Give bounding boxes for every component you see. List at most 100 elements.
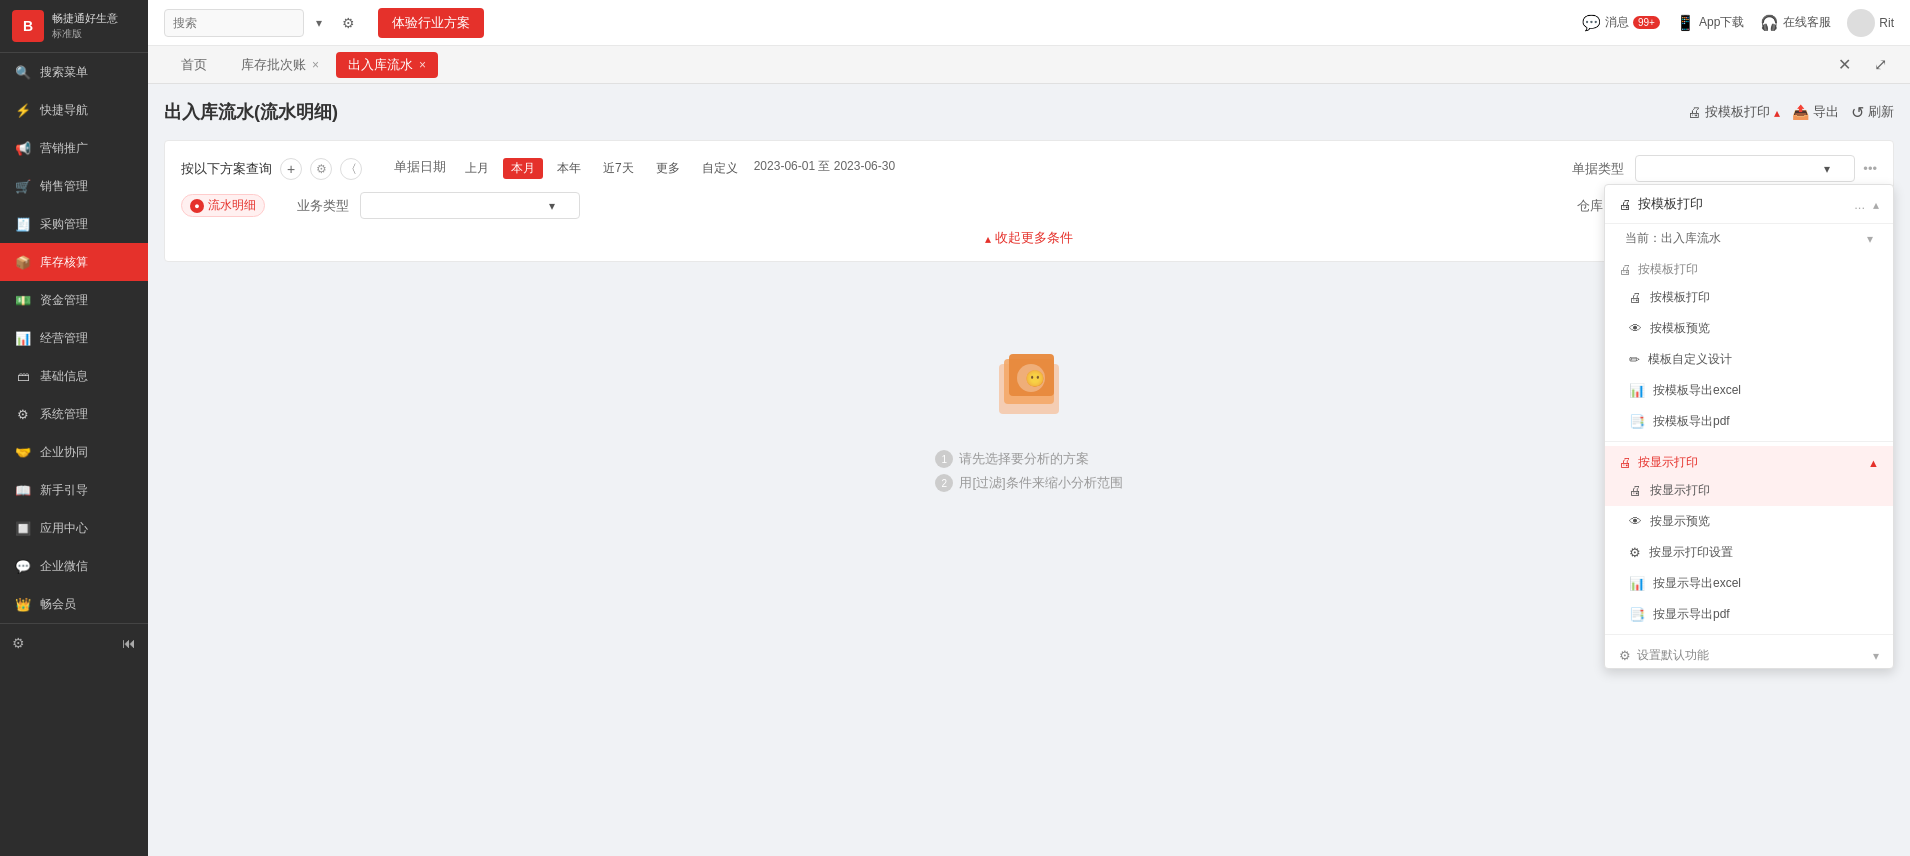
date-opt-more[interactable]: 更多 xyxy=(648,158,688,179)
sidebar-item-corp[interactable]: 企业协同 xyxy=(0,433,148,471)
dp-title-icon xyxy=(1619,197,1632,212)
online-service-btn[interactable]: 在线客服 xyxy=(1760,14,1831,32)
print-btn[interactable]: 按模板打印 xyxy=(1687,103,1780,121)
biz-select[interactable] xyxy=(360,192,580,219)
dp-template-custom-btn[interactable]: 模板自定义设计 xyxy=(1605,344,1893,375)
dp-default-caret[interactable] xyxy=(1873,649,1879,663)
hint-num-1: 1 xyxy=(935,450,953,468)
date-opt-custom[interactable]: 自定义 xyxy=(694,158,746,179)
type-select[interactable] xyxy=(1635,155,1855,182)
tab-batch[interactable]: 库存批次账 × xyxy=(224,47,336,82)
marketing-icon xyxy=(14,139,32,157)
page-content: 出入库流水(流水明细) 按模板打印 导出 刷新 xyxy=(148,84,1910,856)
dp-template-pdf-btn[interactable]: 按模板导出pdf xyxy=(1605,406,1893,437)
filter-row-1: 按以下方案查询 + ⚙ 单据日期 上月 本月 本年 近7天 更多 自定义 xyxy=(181,155,1877,182)
search-input[interactable] xyxy=(164,9,304,37)
sidebar-item-sys[interactable]: 系统管理 xyxy=(0,395,148,433)
sidebar-item-member[interactable]: 畅会员 xyxy=(0,585,148,623)
service-icon xyxy=(1760,14,1779,32)
trial-btn[interactable]: 体验行业方案 xyxy=(378,8,484,38)
empty-icon: 😶 xyxy=(979,334,1079,434)
tab-batch-close[interactable]: × xyxy=(312,58,319,72)
dp-display-preview-btn[interactable]: 按显示预览 xyxy=(1605,506,1893,537)
tab-flow-close[interactable]: × xyxy=(419,58,426,72)
sidebar-search-label: 搜索菜单 xyxy=(40,64,88,81)
dp-display-excel-label: 按显示导出excel xyxy=(1653,575,1741,592)
tab-home[interactable]: 首页 xyxy=(164,47,224,82)
app-icon xyxy=(1676,14,1695,32)
sidebar-item-wechat[interactable]: 企业微信 xyxy=(0,547,148,585)
hint-text-2: 用[过滤]条件来缩小分析范围 xyxy=(959,474,1122,492)
settings-icon[interactable] xyxy=(12,634,25,652)
tab-flow[interactable]: 出入库流水 × xyxy=(336,52,438,78)
page-title: 出入库流水(流水明细) xyxy=(164,100,338,124)
dp-display-excel-icon xyxy=(1629,576,1645,591)
user-avatar[interactable]: Rit xyxy=(1847,9,1894,37)
sidebar-purchase-label: 采购管理 xyxy=(40,216,88,233)
collapse-sidebar-btn[interactable]: ⏮ xyxy=(122,635,136,651)
dp-display-preview-icon xyxy=(1629,514,1642,529)
app-label: App下载 xyxy=(1699,14,1744,31)
date-range-label: 2023-06-01 至 2023-06-30 xyxy=(754,158,895,179)
dp-collapse-btn[interactable] xyxy=(1873,197,1879,212)
topbar-dropdown[interactable] xyxy=(316,15,322,30)
sidebar-item-guide[interactable]: 新手引导 xyxy=(0,471,148,509)
sidebar-marketing-label: 营销推广 xyxy=(40,140,88,157)
gear-icon xyxy=(342,14,355,31)
close-window-btn[interactable]: ✕ xyxy=(1830,51,1858,79)
fund-icon xyxy=(14,291,32,309)
filter-config-btn[interactable]: ⚙ xyxy=(310,158,332,180)
topbar: 体验行业方案 消息 99+ App下载 在线客服 Rit xyxy=(148,0,1910,46)
type-select-arrow xyxy=(1824,161,1830,176)
dp-template-preview-icon xyxy=(1629,321,1642,336)
messages-btn[interactable]: 消息 99+ xyxy=(1582,14,1660,32)
export-label: 导出 xyxy=(1813,103,1839,121)
date-opt-last-month[interactable]: 上月 xyxy=(457,158,497,179)
page-header: 出入库流水(流水明细) 按模板打印 导出 刷新 xyxy=(164,100,1894,124)
date-opt-this-month[interactable]: 本月 xyxy=(503,158,543,179)
sidebar-item-search[interactable]: 搜索菜单 xyxy=(0,53,148,91)
sidebar-item-fund[interactable]: 资金管理 xyxy=(0,281,148,319)
sidebar-item-apps[interactable]: 应用中心 xyxy=(0,509,148,547)
sidebar-item-marketing[interactable]: 营销推广 xyxy=(0,129,148,167)
dp-display-settings-btn[interactable]: 按显示打印设置 xyxy=(1605,537,1893,568)
maximize-window-btn[interactable]: ⤢ xyxy=(1866,51,1894,79)
type-more-btn[interactable]: ••• xyxy=(1863,161,1877,176)
filter-collapse-btn[interactable] xyxy=(340,158,362,180)
dp-template-preview-label: 按模板预览 xyxy=(1650,320,1710,337)
dp-template-custom-label: 模板自定义设计 xyxy=(1648,351,1732,368)
export-btn[interactable]: 导出 xyxy=(1792,103,1839,121)
dp-template-excel-btn[interactable]: 按模板导出excel xyxy=(1605,375,1893,406)
dp-default-section: 设置默认功能 xyxy=(1605,639,1893,668)
hint-text-1: 请先选择要分析的方案 xyxy=(959,450,1089,468)
sidebar-fund-label: 资金管理 xyxy=(40,292,88,309)
dp-current-caret[interactable] xyxy=(1867,232,1873,246)
topbar-gear-btn[interactable] xyxy=(334,9,362,37)
date-opt-7days[interactable]: 近7天 xyxy=(595,158,642,179)
sidebar-item-inventory[interactable]: 库存核算 xyxy=(0,243,148,281)
dp-display-print-btn[interactable]: 按显示打印 xyxy=(1605,475,1893,506)
sidebar-item-ops[interactable]: 经营管理 xyxy=(0,319,148,357)
refresh-btn[interactable]: 刷新 xyxy=(1851,103,1894,122)
sidebar-item-purchase[interactable]: 采购管理 xyxy=(0,205,148,243)
dp-template-excel-label: 按模板导出excel xyxy=(1653,382,1741,399)
dp-template-preview-btn[interactable]: 按模板预览 xyxy=(1605,313,1893,344)
sidebar-sys-label: 系统管理 xyxy=(40,406,88,423)
chevron-icon xyxy=(345,160,357,178)
dp-display-pdf-btn[interactable]: 按显示导出pdf xyxy=(1605,599,1893,630)
dp-display-excel-btn[interactable]: 按显示导出excel xyxy=(1605,568,1893,599)
sidebar-item-quicknav[interactable]: 快捷导航 xyxy=(0,91,148,129)
dp-display-caret[interactable]: ▲ xyxy=(1868,457,1879,469)
base-icon xyxy=(14,367,32,385)
sidebar-item-base[interactable]: 基础信息 xyxy=(0,357,148,395)
date-opt-this-year[interactable]: 本年 xyxy=(549,158,589,179)
sidebar-item-sales[interactable]: 销售管理 xyxy=(0,167,148,205)
active-filter-tag[interactable]: ● 流水明细 xyxy=(181,194,265,217)
dp-more-btn[interactable]: ... xyxy=(1854,197,1865,212)
add-filter-btn[interactable]: + xyxy=(280,158,302,180)
type-label: 单据类型 xyxy=(1572,160,1627,178)
dp-template-print-btn[interactable]: 按模板打印 xyxy=(1605,282,1893,313)
app-download-btn[interactable]: App下载 xyxy=(1676,14,1744,32)
dp-template-print-label: 按模板打印 xyxy=(1650,289,1710,306)
dp-display-settings-icon xyxy=(1629,545,1641,560)
